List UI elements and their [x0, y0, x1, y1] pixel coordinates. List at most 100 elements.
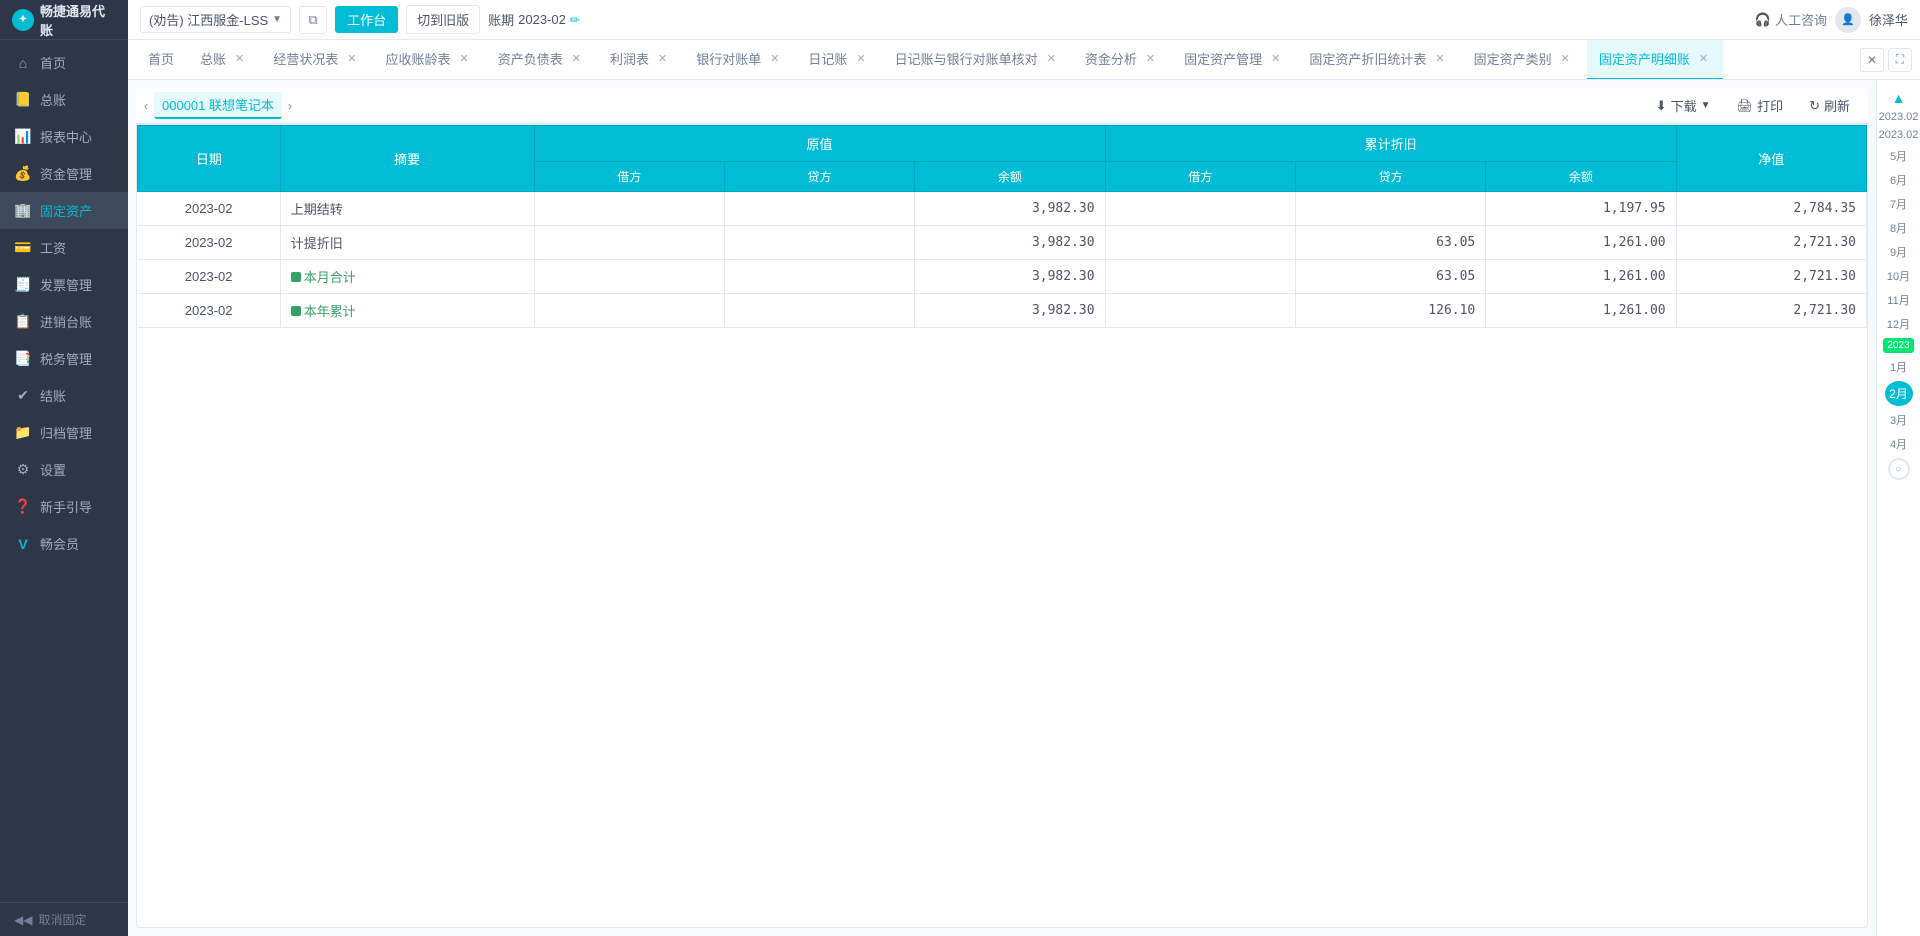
timeline-month-9[interactable]: 9月: [1877, 240, 1920, 264]
sidebar-item-label: 资金管理: [40, 164, 92, 183]
cell-acc-debit: [1105, 192, 1295, 226]
sidebar-item-purchase-sales[interactable]: 📋 进销台账: [0, 303, 128, 340]
sidebar-item-tax[interactable]: 📑 税务管理: [0, 340, 128, 377]
tab-profit[interactable]: 利润表 ✕: [598, 40, 682, 80]
sidebar-item-invoice[interactable]: 🧾 发票管理: [0, 266, 128, 303]
nav-prev-arrow[interactable]: ‹: [144, 99, 148, 113]
tab-label: 固定资产明细账: [1599, 49, 1690, 68]
tab-business-status[interactable]: 经营状况表 ✕: [261, 40, 371, 80]
timeline-month-6[interactable]: 6月: [1877, 168, 1920, 192]
cell-acc-debit: [1105, 226, 1295, 260]
tab-ledger[interactable]: 总账 ✕: [188, 40, 259, 80]
tab-balance-sheet[interactable]: 资产负债表 ✕: [486, 40, 596, 80]
tab-bar-actions: ✕ ⛶: [1860, 48, 1912, 72]
tab-home[interactable]: 首页: [136, 40, 186, 80]
tab-close-icon[interactable]: ✕: [232, 51, 247, 66]
tab-bank-reconcile[interactable]: 日记账与银行对账单核对 ✕: [883, 40, 1071, 80]
sidebar-item-archive[interactable]: 📁 归档管理: [0, 414, 128, 451]
help-button[interactable]: 🎧 人工咨询: [1755, 10, 1827, 29]
timeline-month-7[interactable]: 7月: [1877, 192, 1920, 216]
period-label: 账期 2023-02 ✏: [488, 10, 580, 29]
company-selector[interactable]: (劝告) 江西服金-LSS ▼: [140, 6, 291, 33]
switch-version-button[interactable]: 切到旧版: [406, 5, 480, 34]
sidebar-item-label: 报表中心: [40, 127, 92, 146]
cell-summary: 本月合计: [280, 260, 534, 294]
timeline-month-5[interactable]: 5月: [1877, 144, 1920, 168]
refresh-button[interactable]: ↻ 刷新: [1799, 92, 1860, 119]
worktable-button[interactable]: 工作台: [335, 6, 398, 33]
tab-close-all-button[interactable]: ✕: [1860, 48, 1884, 72]
sidebar-footer[interactable]: ◀◀ 取消固定: [0, 902, 128, 936]
sidebar-item-label: 结账: [40, 386, 66, 405]
tab-close-icon[interactable]: ✕: [1432, 51, 1447, 66]
sidebar-item-settings[interactable]: ⚙ 设置: [0, 451, 128, 488]
tab-close-icon[interactable]: ✕: [1268, 51, 1283, 66]
tab-depreciation-stats[interactable]: 固定资产折旧统计表 ✕: [1297, 40, 1459, 80]
cell-acc-balance: 1,197.95: [1486, 192, 1676, 226]
tab-close-icon[interactable]: ✕: [344, 51, 359, 66]
nav-next-arrow[interactable]: ›: [288, 99, 292, 113]
tab-label: 固定资产管理: [1184, 49, 1262, 68]
th-acc-debit: 借方: [1105, 162, 1295, 192]
sidebar-item-capital[interactable]: 💰 资金管理: [0, 155, 128, 192]
tab-close-icon[interactable]: ✕: [853, 51, 868, 66]
tab-close-icon[interactable]: ✕: [569, 51, 584, 66]
timeline-month-4[interactable]: 4月: [1877, 432, 1920, 456]
sidebar-item-ledger[interactable]: 📒 总账: [0, 81, 128, 118]
sidebar-item-label: 发票管理: [40, 275, 92, 294]
cell-orig-credit: [724, 260, 914, 294]
sidebar-item-guide[interactable]: ❓ 新手引导: [0, 488, 128, 525]
tab-close-icon[interactable]: ✕: [1696, 51, 1711, 66]
tab-label: 资金分析: [1085, 49, 1137, 68]
tab-capital-analysis[interactable]: 资金分析 ✕: [1073, 40, 1170, 80]
asset-nav-item[interactable]: 000001 联想笔记本: [154, 92, 282, 119]
sidebar-item-reports[interactable]: 📊 报表中心: [0, 118, 128, 155]
sidebar-item-settlement[interactable]: ✔ 结账: [0, 377, 128, 414]
print-button[interactable]: 🖨 打印: [1727, 92, 1794, 119]
sidebar-item-membership[interactable]: V 畅会员: [0, 525, 128, 562]
scroll-up-button[interactable]: ▲: [1890, 88, 1908, 108]
timeline-month-8[interactable]: 8月: [1877, 216, 1920, 240]
tab-close-icon[interactable]: ✕: [457, 51, 472, 66]
cell-date: 2023-02: [138, 192, 281, 226]
copy-button[interactable]: ⧉: [299, 6, 327, 34]
sidebar-item-home[interactable]: ⌂ 首页: [0, 44, 128, 81]
tab-fixed-detail[interactable]: 固定资产明细账 ✕: [1587, 40, 1723, 80]
sidebar-item-salary[interactable]: 💳 工资: [0, 229, 128, 266]
cell-orig-debit: [534, 192, 724, 226]
tab-expand-button[interactable]: ⛶: [1888, 48, 1912, 72]
timeline-month-1[interactable]: 1月: [1877, 355, 1920, 379]
th-summary: 摘要: [280, 126, 534, 192]
tab-close-icon[interactable]: ✕: [1044, 51, 1059, 66]
capital-icon: 💰: [14, 165, 32, 182]
timeline-month-10[interactable]: 10月: [1877, 264, 1920, 288]
tab-fixed-mgmt[interactable]: 固定资产管理 ✕: [1172, 40, 1295, 80]
tab-close-icon[interactable]: ✕: [655, 51, 670, 66]
tab-journal[interactable]: 日记账 ✕: [796, 40, 880, 80]
username[interactable]: 徐泽华: [1869, 10, 1908, 29]
th-acc-credit: 贷方: [1295, 162, 1485, 192]
fixed-assets-icon: 🏢: [14, 202, 32, 219]
timeline-month-11[interactable]: 11月: [1877, 288, 1920, 312]
tab-fixed-category[interactable]: 固定资产类别 ✕: [1462, 40, 1585, 80]
tab-bank-statement[interactable]: 银行对账单 ✕: [684, 40, 794, 80]
tab-close-icon[interactable]: ✕: [1143, 51, 1158, 66]
tab-close-icon[interactable]: ✕: [1558, 51, 1573, 66]
timeline-month-2-active[interactable]: 2月: [1885, 381, 1913, 406]
cell-net-value: 2,721.30: [1676, 260, 1866, 294]
home-icon: ⌂: [14, 55, 32, 71]
timeline-month-12[interactable]: 12月: [1877, 312, 1920, 336]
cell-orig-balance: 3,982.30: [915, 226, 1105, 260]
cell-acc-balance: 1,261.00: [1486, 226, 1676, 260]
timeline-circle-button[interactable]: ○: [1888, 458, 1910, 480]
timeline-month-3[interactable]: 3月: [1877, 408, 1920, 432]
settings-icon: ⚙: [14, 461, 32, 478]
sidebar-item-fixed-assets[interactable]: 🏢 固定资产: [0, 192, 128, 229]
tab-label: 固定资产类别: [1474, 49, 1552, 68]
cell-summary: 本年累计: [280, 294, 534, 328]
tab-close-icon[interactable]: ✕: [767, 51, 782, 66]
download-button[interactable]: ⬇ 下载 ▼: [1646, 92, 1721, 119]
invoice-icon: 🧾: [14, 276, 32, 293]
period-edit-icon[interactable]: ✏: [570, 13, 580, 27]
tab-receivables[interactable]: 应收账龄表 ✕: [373, 40, 483, 80]
